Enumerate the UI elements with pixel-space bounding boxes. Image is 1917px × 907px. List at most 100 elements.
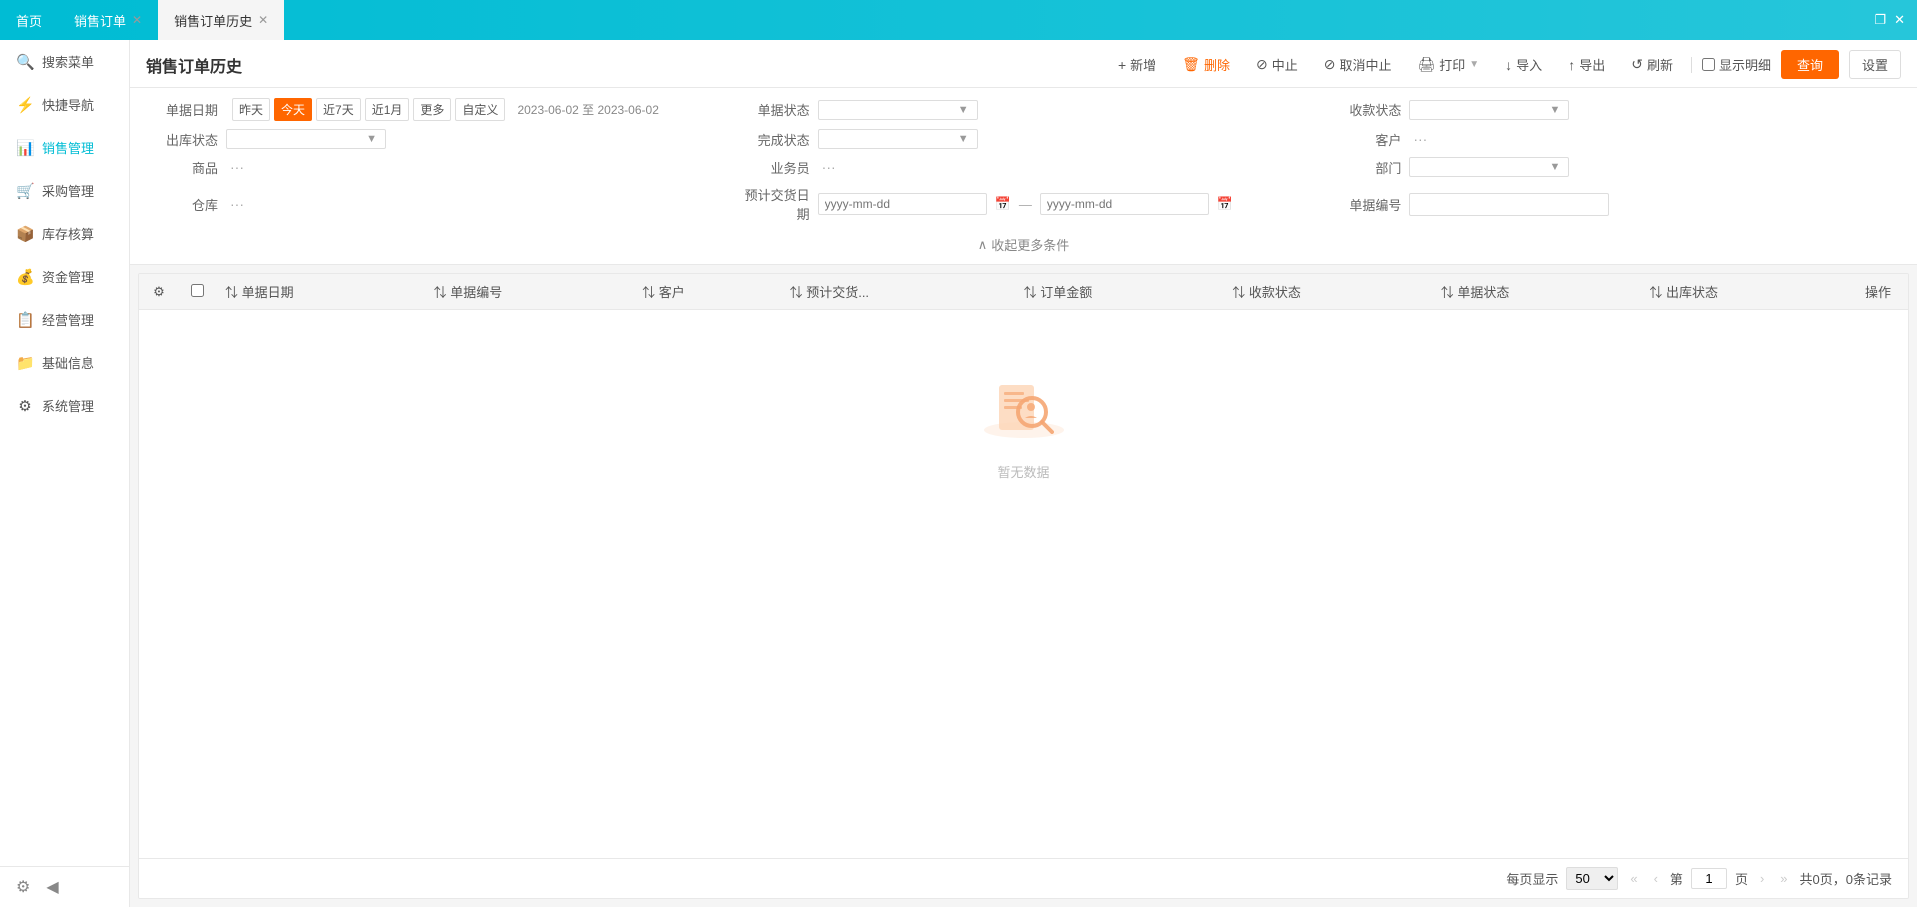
date-label: 单据日期 <box>146 100 226 119</box>
sidebar-label-operation: 经营管理 <box>42 310 94 329</box>
btn-export[interactable]: ↑ 导出 <box>1560 51 1613 78</box>
page-input[interactable] <box>1691 868 1727 889</box>
table-container: ⚙ ⇅ 单据日期 ⇅ 单据编号 <box>139 274 1908 858</box>
sidebar-item-system[interactable]: ⚙ 系统管理 <box>0 384 129 427</box>
operation-icon: 📋 <box>16 311 34 329</box>
sidebar-bottom: ⚙ ◀ <box>0 866 129 907</box>
th-order-no[interactable]: ⇅ 单据编号 <box>424 274 633 310</box>
btn-stop[interactable]: ⊘ 中止 <box>1248 51 1306 78</box>
sidebar-label-finance: 资金管理 <box>42 267 94 286</box>
btn-7days[interactable]: 近7天 <box>316 98 361 121</box>
delivery-end-calendar-icon[interactable]: 📅 <box>1217 196 1233 212</box>
btn-delete[interactable]: 🗑 删除 <box>1174 51 1238 78</box>
sidebar-item-quick-nav[interactable]: ⚡ 快捷导航 <box>0 83 129 126</box>
btn-add[interactable]: + 新增 <box>1110 51 1164 78</box>
th-amount[interactable]: ⇅ 订单金额 <box>1014 274 1223 310</box>
settings-button[interactable]: 设置 <box>1849 50 1901 79</box>
query-button[interactable]: 查询 <box>1781 50 1839 79</box>
last-page-btn[interactable]: » <box>1776 869 1791 888</box>
receipt-status-chevron: ▼ <box>1549 104 1560 116</box>
btn-refresh[interactable]: ↺ 刷新 <box>1623 51 1681 78</box>
btn-1month[interactable]: 近1月 <box>365 98 410 121</box>
btn-print[interactable]: 🖨 打印 ▼ <box>1409 51 1487 78</box>
order-status-chevron: ▼ <box>958 104 969 116</box>
tab-sales-history[interactable]: 销售订单历史 ✕ <box>158 0 284 40</box>
main-layout: 🔍 搜索菜单 ⚡ 快捷导航 📊 销售管理 🛒 采购管理 📦 库存核算 💰 资金管… <box>0 40 1917 907</box>
per-page-select[interactable]: 50 10 20 100 <box>1566 867 1618 890</box>
th-order-status[interactable]: ⇅ 单据状态 <box>1431 274 1640 310</box>
window-close-icon[interactable]: ✕ <box>1894 12 1905 28</box>
delivery-date-col: 📅 — 📅 <box>818 193 1310 215</box>
sidebar-item-finance[interactable]: 💰 资金管理 <box>0 255 129 298</box>
close-history-tab[interactable]: ✕ <box>258 13 268 27</box>
btn-more[interactable]: 更多 <box>413 98 451 121</box>
btn-yesterday[interactable]: 昨天 <box>232 98 270 121</box>
th-delivery[interactable]: ⇅ 预计交货... <box>780 274 1014 310</box>
dept-col: ▼ <box>1409 157 1901 177</box>
close-sales-order-tab[interactable]: ✕ <box>132 13 142 27</box>
out-status-select[interactable]: ▼ <box>226 129 386 149</box>
sidebar-item-sales[interactable]: 📊 销售管理 <box>0 126 129 169</box>
table-header-row: ⚙ ⇅ 单据日期 ⇅ 单据编号 <box>139 274 1908 310</box>
delivery-end-input[interactable] <box>1040 193 1209 215</box>
th-checkbox[interactable] <box>179 274 215 310</box>
print-icon: 🖨 <box>1417 56 1435 73</box>
btn-custom[interactable]: 自定义 <box>455 98 505 121</box>
th-date[interactable]: ⇅ 单据日期 <box>215 274 424 310</box>
collapse-label: 收起更多条件 <box>991 235 1069 254</box>
sidebar-label-inventory: 库存核算 <box>42 224 94 243</box>
warehouse-dots-btn[interactable]: ··· <box>226 194 248 214</box>
goods-dots-btn[interactable]: ··· <box>226 157 248 177</box>
th-settings[interactable]: ⚙ <box>139 274 179 310</box>
dept-select[interactable]: ▼ <box>1409 157 1569 177</box>
salesman-dots-btn[interactable]: ··· <box>818 157 840 177</box>
show-detail-checkbox[interactable]: 显示明细 <box>1702 55 1771 74</box>
salesman-col: ··· <box>818 157 1310 177</box>
sidebar-item-search[interactable]: 🔍 搜索菜单 <box>0 40 129 83</box>
quick-nav-icon: ⚡ <box>16 96 34 114</box>
show-detail-input[interactable] <box>1702 58 1715 71</box>
sidebar-settings-icon[interactable]: ⚙ <box>16 877 30 897</box>
receipt-status-select[interactable]: ▼ <box>1409 100 1569 120</box>
sidebar-collapse-icon[interactable]: ◀ <box>46 877 58 897</box>
th-receipt-status[interactable]: ⇅ 收款状态 <box>1222 274 1431 310</box>
btn-today[interactable]: 今天 <box>274 98 312 121</box>
order-status-select[interactable]: ▼ <box>818 100 978 120</box>
sidebar-item-inventory[interactable]: 📦 库存核算 <box>0 212 129 255</box>
filter-area: 单据日期 昨天 今天 近7天 近1月 更多 自定义 2023-06-02 至 2… <box>130 88 1917 265</box>
sidebar-item-purchase[interactable]: 🛒 采购管理 <box>0 169 129 212</box>
collapse-row[interactable]: ∧ 收起更多条件 <box>146 231 1901 254</box>
window-restore-icon[interactable]: ❐ <box>1874 12 1886 28</box>
btn-cancel-stop[interactable]: ⊘ 取消中止 <box>1316 51 1400 78</box>
inventory-icon: 📦 <box>16 225 34 243</box>
select-all-checkbox[interactable] <box>191 284 204 297</box>
complete-status-chevron: ▼ <box>958 133 969 145</box>
complete-status-select[interactable]: ▼ <box>818 129 978 149</box>
delivery-start-calendar-icon[interactable]: 📅 <box>995 196 1011 212</box>
order-no-input[interactable] <box>1409 193 1609 216</box>
toolbar-separator <box>1691 57 1692 73</box>
tab-sales-order[interactable]: 销售订单 ✕ <box>58 0 158 40</box>
th-out-status[interactable]: ⇅ 出库状态 <box>1639 274 1848 310</box>
prev-page-btn[interactable]: ‹ <box>1650 869 1662 888</box>
sidebar-item-operation[interactable]: 📋 经营管理 <box>0 298 129 341</box>
first-page-btn[interactable]: « <box>1626 869 1641 888</box>
complete-status-col: ▼ <box>818 129 1310 149</box>
page-header: 销售订单历史 + 新增 🗑 删除 ⊘ 中止 ⊘ 取消中止 <box>130 40 1917 88</box>
next-page-btn[interactable]: › <box>1756 869 1768 888</box>
sidebar-label-basic: 基础信息 <box>42 353 94 372</box>
total-text: 共0页，0条记录 <box>1800 869 1892 888</box>
search-icon: 🔍 <box>16 53 34 71</box>
delivery-start-input[interactable] <box>818 193 987 215</box>
customer-dots-btn[interactable]: ··· <box>1409 129 1431 149</box>
sidebar-item-basic[interactable]: 📁 基础信息 <box>0 341 129 384</box>
tab-home[interactable]: 首页 <box>0 0 58 40</box>
topbar-right: ❐ ✕ <box>1874 12 1917 28</box>
filter-row-3: 商品 ··· 业务员 ··· 部门 ▼ <box>146 157 1901 177</box>
th-customer[interactable]: ⇅ 客户 <box>632 274 779 310</box>
date-quick-buttons: 昨天 今天 近7天 近1月 更多 自定义 2023-06-02 至 2023-0… <box>232 98 659 121</box>
topbar: 首页 销售订单 ✕ 销售订单历史 ✕ ❐ ✕ <box>0 0 1917 40</box>
settings-icon[interactable]: ⚙ <box>153 284 165 299</box>
table-area: ⚙ ⇅ 单据日期 ⇅ 单据编号 <box>138 273 1909 899</box>
btn-import[interactable]: ↓ 导入 <box>1497 51 1550 78</box>
